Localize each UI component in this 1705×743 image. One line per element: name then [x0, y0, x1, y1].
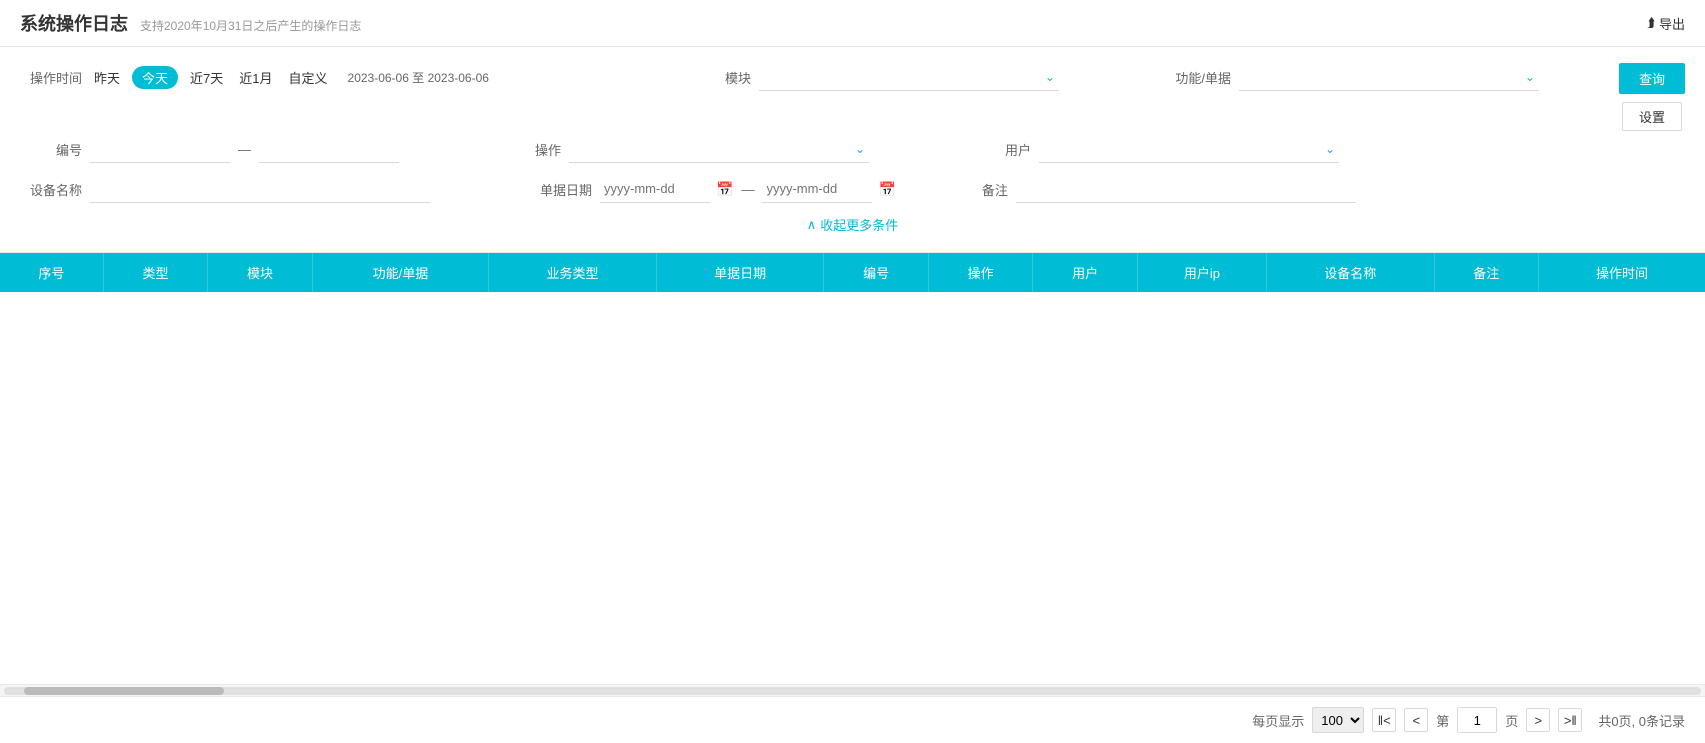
- per-page-label: 每页显示: [1252, 711, 1304, 730]
- user-dropdown[interactable]: ⌄: [1039, 135, 1339, 163]
- code-label: 编号: [20, 140, 90, 159]
- module-label: 模块: [689, 68, 759, 87]
- operation-dropdown[interactable]: ⌄: [569, 135, 869, 163]
- filter-actions: 查询 设置: [1619, 63, 1685, 131]
- page-subtitle: 支持2020年10月31日之后产生的操作日志: [140, 17, 361, 34]
- table-col-用户: 用户: [1033, 253, 1137, 292]
- total-text: 共0页, 0条记录: [1598, 711, 1685, 730]
- page-text-before: 第: [1436, 711, 1449, 730]
- page-wrapper: 系统操作日志 支持2020年10月31日之后产生的操作日志 ⮭ 导出 操作时间 …: [0, 0, 1705, 743]
- page-header: 系统操作日志 支持2020年10月31日之后产生的操作日志 ⮭ 导出: [0, 0, 1705, 47]
- table-col-业务类型: 业务类型: [489, 253, 657, 292]
- data-table: 序号类型模块功能/单据业务类型单据日期编号操作用户用户ip设备名称备注操作时间: [0, 253, 1705, 292]
- function-label: 功能/单据: [1159, 68, 1239, 87]
- time-options: 昨天 今天 近7天 近1月 自定义: [90, 66, 332, 89]
- date-to-input[interactable]: [762, 175, 872, 203]
- query-button[interactable]: 查询: [1619, 63, 1685, 94]
- time-range-display: 2023-06-06 至 2023-06-06: [348, 69, 489, 86]
- function-dropdown[interactable]: ⌄: [1239, 63, 1539, 91]
- collapse-button[interactable]: ∧ 收起更多条件: [807, 215, 899, 234]
- table-col-编号: 编号: [824, 253, 928, 292]
- export-icon: ⮭: [1647, 15, 1655, 31]
- export-label: 导出: [1659, 14, 1685, 33]
- first-page-btn[interactable]: ‖<: [1372, 708, 1396, 732]
- last1month-btn[interactable]: 近1月: [235, 66, 276, 89]
- table-col-用户ip: 用户ip: [1137, 253, 1266, 292]
- module-dropdown[interactable]: ⌄: [759, 63, 1059, 91]
- scroll-bar-area[interactable]: [0, 684, 1705, 696]
- remark-input[interactable]: [1016, 175, 1356, 203]
- operation-input[interactable]: [569, 135, 869, 163]
- calendar-to-icon[interactable]: 📅: [878, 181, 895, 198]
- code-to-input[interactable]: [259, 135, 399, 163]
- code-from-input[interactable]: [90, 135, 230, 163]
- table-col-模块: 模块: [208, 253, 312, 292]
- page-text-after: 页: [1505, 711, 1518, 730]
- collapse-up-icon: ∧: [807, 217, 817, 233]
- filter-area: 操作时间 昨天 今天 近7天 近1月 自定义 2023-06-06 至 2023…: [0, 47, 1705, 253]
- table-col-类型: 类型: [103, 253, 207, 292]
- table-col-备注: 备注: [1434, 253, 1538, 292]
- collapse-label: 收起更多条件: [820, 215, 898, 234]
- main-content: 序号类型模块功能/单据业务类型单据日期编号操作用户用户ip设备名称备注操作时间: [0, 253, 1705, 684]
- date-from-wrapper: 📅: [600, 175, 733, 203]
- export-button[interactable]: ⮭ 导出: [1647, 14, 1685, 33]
- table-col-操作时间: 操作时间: [1539, 253, 1705, 292]
- empty-area: [0, 292, 1705, 652]
- last-page-btn[interactable]: >‖: [1558, 708, 1582, 732]
- voucher-date-label: 单据日期: [530, 180, 600, 199]
- remark-label: 备注: [976, 180, 1016, 199]
- table-col-序号: 序号: [0, 253, 103, 292]
- time-label: 操作时间: [20, 68, 90, 87]
- device-input[interactable]: [90, 175, 430, 203]
- page-number-input[interactable]: [1457, 707, 1497, 733]
- today-btn[interactable]: 今天: [132, 66, 178, 89]
- user-input[interactable]: [1039, 135, 1339, 163]
- table-header-row: 序号类型模块功能/单据业务类型单据日期编号操作用户用户ip设备名称备注操作时间: [0, 253, 1705, 292]
- settings-button[interactable]: 设置: [1622, 102, 1682, 131]
- code-dash: —: [230, 142, 259, 157]
- page-title: 系统操作日志: [20, 10, 128, 36]
- table-header: 序号类型模块功能/单据业务类型单据日期编号操作用户用户ip设备名称备注操作时间: [0, 253, 1705, 292]
- date-to-wrapper: 📅: [762, 175, 895, 203]
- table-col-单据日期: 单据日期: [656, 253, 824, 292]
- calendar-from-icon[interactable]: 📅: [716, 181, 733, 198]
- table-col-操作: 操作: [928, 253, 1032, 292]
- collapse-bar: ∧ 收起更多条件: [20, 211, 1685, 242]
- operation-label: 操作: [499, 140, 569, 159]
- module-input[interactable]: [759, 63, 1059, 91]
- prev-page-btn[interactable]: <: [1404, 708, 1428, 732]
- pagination-bar: 每页显示 102050100200 ‖< < 第 页 > >‖ 共0页, 0条记…: [0, 696, 1705, 743]
- last7days-btn[interactable]: 近7天: [186, 66, 227, 89]
- scroll-track[interactable]: [4, 687, 1701, 695]
- table-col-设备名称: 设备名称: [1266, 253, 1434, 292]
- user-label: 用户: [969, 140, 1039, 159]
- device-label: 设备名称: [20, 180, 90, 199]
- date-dash: —: [733, 182, 762, 197]
- next-page-btn[interactable]: >: [1526, 708, 1550, 732]
- date-from-input[interactable]: [600, 175, 710, 203]
- per-page-select[interactable]: 102050100200: [1312, 707, 1364, 733]
- custom-btn[interactable]: 自定义: [285, 66, 332, 89]
- function-input[interactable]: [1239, 63, 1539, 91]
- scroll-thumb[interactable]: [24, 687, 224, 695]
- table-col-功能/单据: 功能/单据: [312, 253, 488, 292]
- header-left: 系统操作日志 支持2020年10月31日之后产生的操作日志: [20, 10, 361, 36]
- yesterday-btn[interactable]: 昨天: [90, 66, 124, 89]
